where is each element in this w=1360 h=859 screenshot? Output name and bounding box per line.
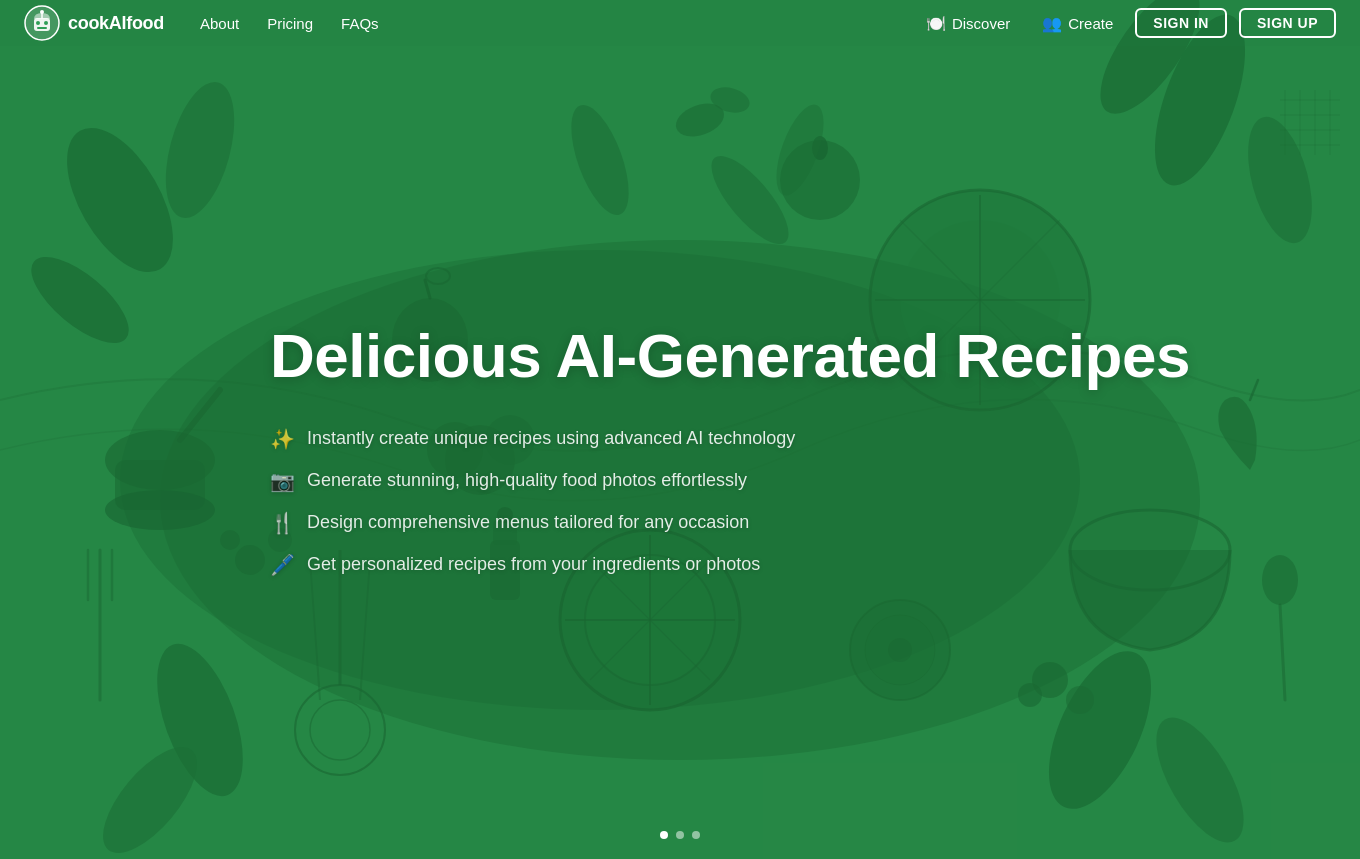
feature-item-4: 🖊️ Get personalized recipes from your in… <box>270 553 1190 577</box>
nav-link-about[interactable]: About <box>188 9 251 38</box>
create-label: Create <box>1068 15 1113 32</box>
discover-label: Discover <box>952 15 1010 32</box>
hero-title: Delicious AI-Generated Recipes <box>270 322 1190 390</box>
feature-item-2: 📷 Generate stunning, high-quality food p… <box>270 469 1190 493</box>
signup-button[interactable]: SIGN UP <box>1239 8 1336 38</box>
feature-text-4: Get personalized recipes from your ingre… <box>307 554 760 575</box>
scroll-dot-1[interactable] <box>660 831 668 839</box>
logo-text: cookAIfood <box>68 13 164 34</box>
navbar: cookAIfood About Pricing FAQs 🍽️ Discove… <box>0 0 1360 46</box>
hero-section: cookAIfood About Pricing FAQs 🍽️ Discove… <box>0 0 1360 859</box>
feature-item-1: ✨ Instantly create unique recipes using … <box>270 427 1190 451</box>
discover-icon: 🍽️ <box>926 14 946 33</box>
signin-button[interactable]: SIGN IN <box>1135 8 1227 38</box>
create-icon: 👥 <box>1042 14 1062 33</box>
feature-item-3: 🍴 Design comprehensive menus tailored fo… <box>270 511 1190 535</box>
scroll-dots <box>660 831 700 839</box>
discover-link[interactable]: 🍽️ Discover <box>916 8 1020 39</box>
logo[interactable]: cookAIfood <box>24 5 164 41</box>
navbar-right: 🍽️ Discover 👥 Create SIGN IN SIGN UP <box>916 8 1336 39</box>
svg-point-76 <box>36 21 40 25</box>
navbar-left: cookAIfood About Pricing FAQs <box>24 5 391 41</box>
hero-features: ✨ Instantly create unique recipes using … <box>270 427 1190 577</box>
feature-text-3: Design comprehensive menus tailored for … <box>307 512 749 533</box>
feature-icon-3: 🍴 <box>270 511 295 535</box>
hero-content: Delicious AI-Generated Recipes ✨ Instant… <box>0 282 1190 576</box>
feature-text-1: Instantly create unique recipes using ad… <box>307 428 795 449</box>
svg-rect-78 <box>37 27 47 29</box>
logo-icon <box>24 5 60 41</box>
scroll-dot-2[interactable] <box>676 831 684 839</box>
feature-icon-4: 🖊️ <box>270 553 295 577</box>
svg-point-77 <box>44 21 48 25</box>
nav-links: About Pricing FAQs <box>188 9 391 38</box>
feature-text-2: Generate stunning, high-quality food pho… <box>307 470 747 491</box>
scroll-dot-3[interactable] <box>692 831 700 839</box>
feature-icon-2: 📷 <box>270 469 295 493</box>
nav-link-faqs[interactable]: FAQs <box>329 9 391 38</box>
nav-link-pricing[interactable]: Pricing <box>255 9 325 38</box>
create-link[interactable]: 👥 Create <box>1032 8 1123 39</box>
svg-rect-75 <box>34 18 50 31</box>
feature-icon-1: ✨ <box>270 427 295 451</box>
